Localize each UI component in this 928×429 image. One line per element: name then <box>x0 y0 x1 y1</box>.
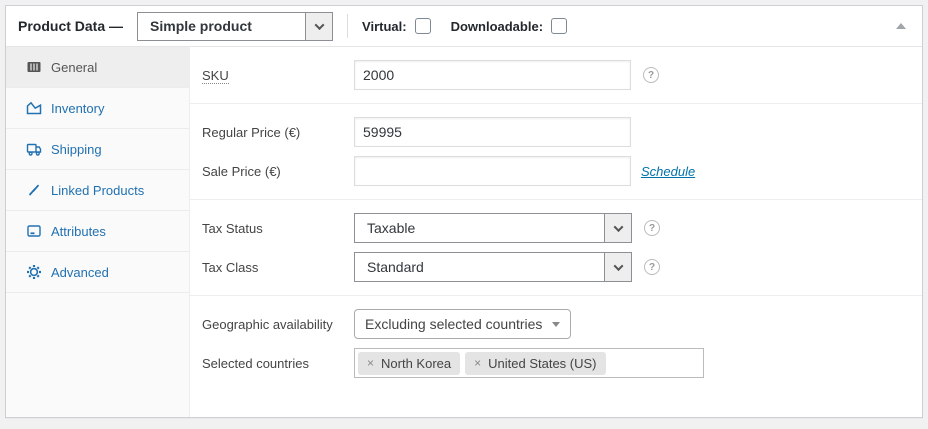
schedule-link[interactable]: Schedule <box>641 164 695 179</box>
list-box-icon <box>27 225 41 237</box>
sku-options-group: SKU ? <box>190 47 922 104</box>
selected-countries-label: Selected countries <box>202 355 309 371</box>
regular-price-input[interactable] <box>354 117 631 147</box>
sku-row: SKU ? <box>190 60 922 90</box>
country-tag: × United States (US) <box>465 351 606 375</box>
geo-availability-label: Geographic availability <box>202 316 333 332</box>
virtual-label: Virtual: <box>362 18 407 34</box>
tax-status-label: Tax Status <box>202 220 263 236</box>
panel-title: Product Data — <box>18 18 124 34</box>
sale-price-row: Sale Price (€) Schedule <box>190 156 922 186</box>
tab-label: Shipping <box>51 141 102 157</box>
metabox-header: Product Data — Simple product Virtual: D… <box>6 6 922 47</box>
chevron-down-icon <box>314 19 324 30</box>
tab-label: General <box>51 59 98 75</box>
collapse-panel-arrow-icon[interactable] <box>896 23 906 29</box>
geo-options-group: Geographic availability Excluding select… <box>190 296 922 391</box>
downloadable-checkbox[interactable] <box>551 18 568 34</box>
country-tag-label: United States (US) <box>488 355 597 371</box>
tab-label: Linked Products <box>51 182 145 198</box>
sale-price-label: Sale Price (€) <box>202 163 281 179</box>
tax-class-row: Tax Class Standard ? <box>190 252 922 282</box>
regular-price-row: Regular Price (€) <box>190 117 922 147</box>
geo-availability-row: Geographic availability Excluding select… <box>190 309 922 339</box>
card-icon <box>27 62 41 72</box>
tax-status-select[interactable]: Taxable <box>354 213 632 243</box>
tax-status-row: Tax Status Taxable ? <box>190 213 922 243</box>
virtual-checkbox[interactable] <box>414 18 431 34</box>
tab-label: Advanced <box>51 264 109 280</box>
tax-class-value: Standard <box>367 259 424 275</box>
regular-price-label: Regular Price (€) <box>202 124 301 140</box>
product-type-select[interactable]: Simple product <box>137 11 334 41</box>
caret-down-icon <box>552 321 561 327</box>
downloadable-label: Downloadable: <box>450 18 544 34</box>
product-type-value: Simple product <box>150 18 252 34</box>
chevron-down-icon <box>613 221 623 232</box>
tax-status-value: Taxable <box>367 220 416 236</box>
tab-label: Inventory <box>51 100 105 116</box>
area-chart-icon <box>26 101 42 115</box>
link-icon <box>29 184 39 196</box>
screen: { "header": { "title": "Product Data —",… <box>0 0 928 429</box>
sku-label: SKU <box>202 67 229 84</box>
product-data-metabox: Product Data — Simple product Virtual: D… <box>5 5 923 418</box>
remove-tag-icon[interactable]: × <box>474 356 481 370</box>
geo-availability-select[interactable]: Excluding selected countries <box>354 309 572 339</box>
tax-options-group: Tax Status Taxable ? Tax Class Standard … <box>190 200 922 296</box>
tab-inventory[interactable]: Inventory <box>6 88 189 129</box>
metabox-body: General Inventory Shipping Linked Produc… <box>6 47 922 417</box>
chevron-down-icon <box>613 260 623 271</box>
gear-icon <box>27 265 41 279</box>
sale-price-input[interactable] <box>354 156 631 186</box>
tax-class-select[interactable]: Standard <box>354 252 632 282</box>
help-icon[interactable]: ? <box>644 220 660 236</box>
tab-general[interactable]: General <box>6 47 189 88</box>
select-arrow-button <box>305 12 333 40</box>
truck-icon <box>26 143 42 156</box>
sku-input[interactable] <box>354 60 631 90</box>
general-tab-panel: SKU ? Regular Price (€) Sale Price (€) S… <box>190 47 922 417</box>
tab-linked-products[interactable]: Linked Products <box>6 170 189 211</box>
tab-advanced[interactable]: Advanced <box>6 252 189 293</box>
geo-availability-value: Excluding selected countries <box>365 316 543 332</box>
select-arrow-button <box>604 253 631 281</box>
selected-countries-input[interactable]: × North Korea × United States (US) <box>354 348 704 378</box>
header-divider <box>347 14 349 38</box>
select-arrow-button <box>604 214 631 242</box>
selected-countries-row: Selected countries × North Korea × Unite… <box>190 348 922 378</box>
product-data-tabs: General Inventory Shipping Linked Produc… <box>6 47 190 417</box>
country-tag: × North Korea <box>358 351 461 375</box>
help-icon[interactable]: ? <box>644 259 660 275</box>
tax-class-label: Tax Class <box>202 259 259 275</box>
tab-attributes[interactable]: Attributes <box>6 211 189 252</box>
remove-tag-icon[interactable]: × <box>367 356 374 370</box>
country-tag-label: North Korea <box>381 355 452 371</box>
tab-shipping[interactable]: Shipping <box>6 129 189 170</box>
pricing-options-group: Regular Price (€) Sale Price (€) Schedul… <box>190 104 922 200</box>
help-icon[interactable]: ? <box>643 67 659 83</box>
tab-label: Attributes <box>51 223 106 239</box>
